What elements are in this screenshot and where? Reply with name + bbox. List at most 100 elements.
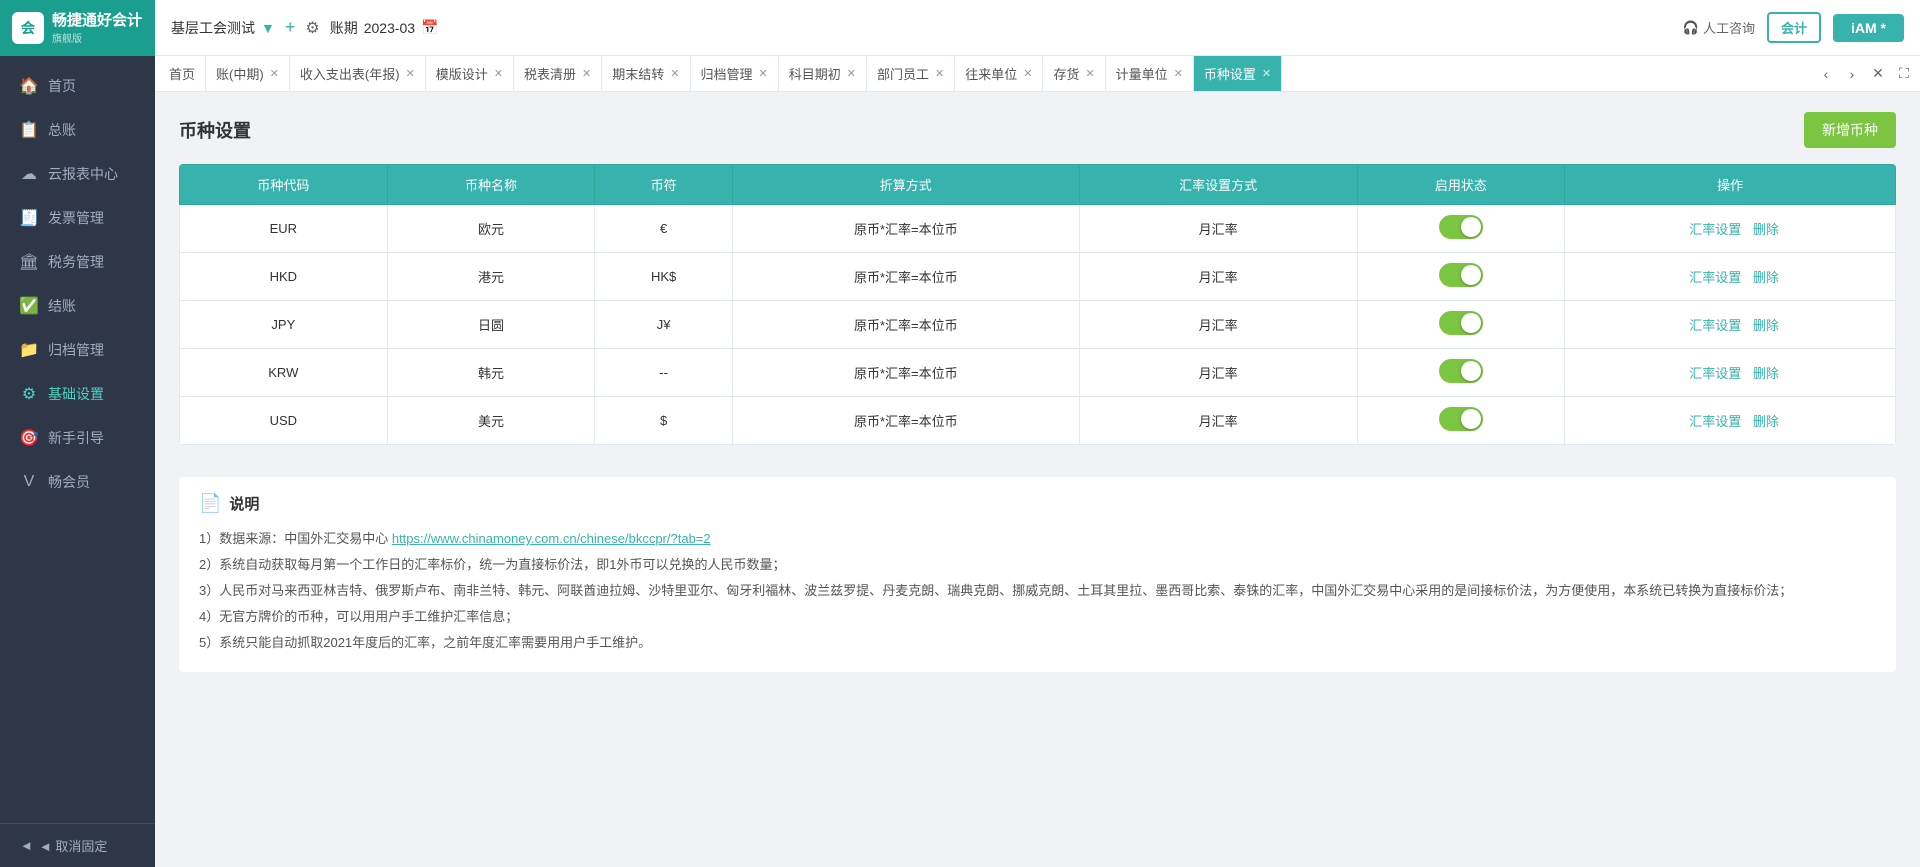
col-name: 币种名称	[387, 165, 595, 205]
tab-template-label: 模版设计	[436, 64, 488, 83]
tab-currency-close[interactable]: ✕	[1262, 67, 1271, 80]
sidebar-item-archive[interactable]: 📁 归档管理	[0, 328, 155, 372]
sidebar-item-guide[interactable]: 🎯 新手引导	[0, 416, 155, 460]
tab-inventory[interactable]: 存货 ✕	[1043, 56, 1105, 92]
sidebar-item-settings[interactable]: ⚙ 基础设置	[0, 372, 155, 416]
delete-link[interactable]: 删除	[1753, 270, 1779, 285]
tab-dept[interactable]: 部门员工 ✕	[867, 56, 955, 92]
tab-currency[interactable]: 币种设置 ✕	[1194, 56, 1282, 92]
cell-calc: 原币*汇率=本位币	[732, 253, 1079, 301]
invoice-icon: 🧾	[20, 209, 38, 227]
notes-icon: 📄	[199, 493, 221, 514]
tab-account[interactable]: 账(中期) ✕	[206, 56, 290, 92]
tab-unit-close[interactable]: ✕	[1174, 67, 1183, 80]
tab-counterpart[interactable]: 往来单位 ✕	[955, 56, 1043, 92]
settings-gear-icon[interactable]: ⚙	[305, 18, 319, 38]
notes-item-4: 4）无官方牌价的币种，可以用用户手工维护汇率信息；	[199, 604, 1876, 630]
home-icon: 🏠	[20, 77, 38, 95]
tab-archive[interactable]: 归档管理 ✕	[691, 56, 779, 92]
cell-status	[1357, 301, 1565, 349]
tab-counterpart-close[interactable]: ✕	[1023, 67, 1032, 80]
tab-subject[interactable]: 科目期初 ✕	[779, 56, 867, 92]
new-currency-button[interactable]: 新增币种	[1804, 112, 1896, 148]
sidebar-item-cloud[interactable]: ☁ 云报表中心	[0, 152, 155, 196]
notes-link[interactable]: https://www.chinamoney.com.cn/chinese/bk…	[392, 531, 711, 546]
sidebar-label-close: 结账	[48, 296, 76, 316]
tab-dept-close[interactable]: ✕	[935, 67, 944, 80]
rate-setting-link[interactable]: 汇率设置	[1689, 414, 1741, 429]
toggle-enabled[interactable]	[1439, 407, 1483, 431]
help-button[interactable]: 🎧 人工咨询	[1683, 18, 1755, 37]
kuaiji-button[interactable]: 会计	[1767, 12, 1821, 43]
notes-item-2: 2）系统自动获取每月第一个工作日的汇率标价，统一为直接标价法，即1外币可以兑换的…	[199, 552, 1876, 578]
tab-expand-button[interactable]: ⛶	[1892, 62, 1916, 86]
tab-inventory-close[interactable]: ✕	[1085, 67, 1094, 80]
calendar-icon[interactable]: 📅	[421, 19, 438, 36]
sidebar-item-invoice[interactable]: 🧾 发票管理	[0, 196, 155, 240]
tab-home-label: 首页	[169, 64, 195, 83]
tab-template[interactable]: 模版设计 ✕	[426, 56, 514, 92]
delete-link[interactable]: 删除	[1753, 366, 1779, 381]
sidebar-item-close[interactable]: ✅ 结账	[0, 284, 155, 328]
delete-link[interactable]: 删除	[1753, 222, 1779, 237]
sidebar-label-home: 首页	[48, 76, 76, 96]
cell-actions: 汇率设置 删除	[1565, 301, 1896, 349]
tab-archive-close[interactable]: ✕	[759, 67, 768, 80]
cell-status	[1357, 349, 1565, 397]
rate-setting-link[interactable]: 汇率设置	[1689, 270, 1741, 285]
delete-link[interactable]: 删除	[1753, 318, 1779, 333]
cell-name: 韩元	[387, 349, 595, 397]
company-dropdown-icon[interactable]: ▼	[261, 20, 275, 36]
tab-tax[interactable]: 税表清册 ✕	[514, 56, 602, 92]
notes-item-3: 3）人民币对马来西亚林吉特、俄罗斯卢布、南非兰特、韩元、阿联酋迪拉姆、沙特里亚尔…	[199, 578, 1876, 604]
cell-status	[1357, 397, 1565, 445]
sidebar-item-home[interactable]: 🏠 首页	[0, 64, 155, 108]
toggle-knob	[1461, 217, 1481, 237]
toggle-enabled[interactable]	[1439, 359, 1483, 383]
cell-name: 美元	[387, 397, 595, 445]
rate-setting-link[interactable]: 汇率设置	[1689, 222, 1741, 237]
cell-symbol: --	[595, 349, 733, 397]
rate-setting-link[interactable]: 汇率设置	[1689, 318, 1741, 333]
cell-name: 港元	[387, 253, 595, 301]
add-company-icon[interactable]: +	[285, 17, 296, 38]
tab-inventory-label: 存货	[1053, 64, 1079, 83]
content-area: 币种设置 新增币种 币种代码 币种名称 币符 折算方式 汇率设置方式 启用状态 …	[155, 92, 1920, 867]
company-selector[interactable]: 基层工会测试 ▼	[171, 18, 275, 38]
tab-close-all-button[interactable]: ✕	[1866, 62, 1890, 86]
col-code: 币种代码	[180, 165, 388, 205]
tab-tax-label: 税表清册	[524, 64, 576, 83]
tab-prev-button[interactable]: ‹	[1814, 62, 1838, 86]
sidebar-item-member[interactable]: V 畅会员	[0, 460, 155, 504]
archive-icon: 📁	[20, 341, 38, 359]
tab-subject-close[interactable]: ✕	[847, 67, 856, 80]
sidebar-pin-toggle[interactable]: ◄ ◄ 取消固定	[0, 823, 155, 867]
rate-setting-link[interactable]: 汇率设置	[1689, 366, 1741, 381]
cell-rate-type: 月汇率	[1079, 349, 1357, 397]
toggle-enabled[interactable]	[1439, 263, 1483, 287]
iam-badge[interactable]: iAM *	[1833, 14, 1904, 42]
tab-account-close[interactable]: ✕	[270, 67, 279, 80]
sidebar-label-invoice: 发票管理	[48, 208, 104, 228]
toggle-enabled[interactable]	[1439, 311, 1483, 335]
tab-income-close[interactable]: ✕	[406, 67, 415, 80]
toggle-enabled[interactable]	[1439, 215, 1483, 239]
sidebar-label-cloud: 云报表中心	[48, 164, 118, 184]
settings-icon: ⚙	[20, 385, 38, 403]
cell-code: HKD	[180, 253, 388, 301]
tab-tax-close[interactable]: ✕	[582, 67, 591, 80]
tab-template-close[interactable]: ✕	[494, 67, 503, 80]
tab-home[interactable]: 首页	[159, 56, 206, 92]
cell-actions: 汇率设置 删除	[1565, 397, 1896, 445]
notes-section: 📄 说明 1）数据来源：中国外汇交易中心 https://www.chinamo…	[179, 477, 1896, 672]
sidebar-item-tax[interactable]: 🏛 税务管理	[0, 240, 155, 284]
sidebar-item-ledger[interactable]: 📋 总账	[0, 108, 155, 152]
tab-next-button[interactable]: ›	[1840, 62, 1864, 86]
tab-unit-label: 计量单位	[1116, 64, 1168, 83]
tab-period-end-close[interactable]: ✕	[670, 67, 679, 80]
tab-period-end[interactable]: 期末结转 ✕	[602, 56, 690, 92]
tab-account-label: 账(中期)	[216, 64, 264, 83]
tab-unit[interactable]: 计量单位 ✕	[1106, 56, 1194, 92]
delete-link[interactable]: 删除	[1753, 414, 1779, 429]
tab-income[interactable]: 收入支出表(年报) ✕	[290, 56, 426, 92]
